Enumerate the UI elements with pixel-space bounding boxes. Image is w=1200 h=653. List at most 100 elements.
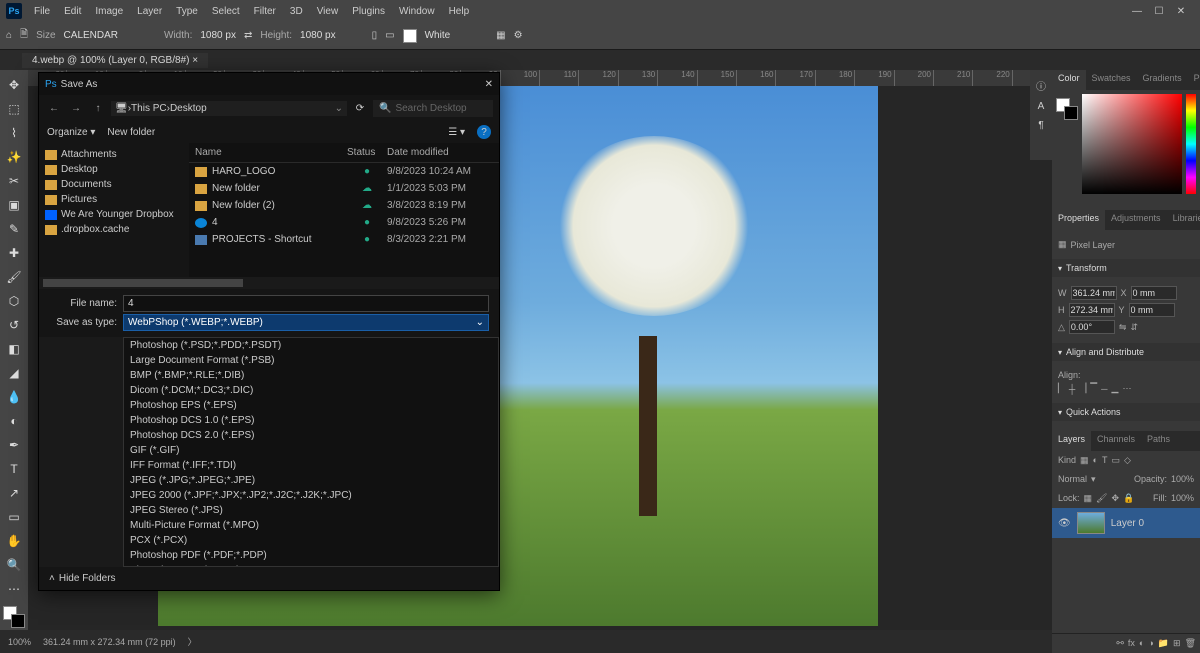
crumb-1[interactable]: Desktop <box>170 103 207 114</box>
tab-swatches[interactable]: Swatches <box>1086 70 1137 90</box>
y-input[interactable] <box>1129 303 1175 317</box>
nav-up-icon[interactable]: ↑ <box>89 103 107 114</box>
width-value[interactable]: 1080 px <box>200 30 236 41</box>
quick-head[interactable]: Quick Actions <box>1052 403 1200 421</box>
refresh-icon[interactable]: ⟳ <box>351 103 369 114</box>
flip-v-icon[interactable]: ⇵ <box>1130 322 1138 333</box>
stamp-tool[interactable]: ⬡ <box>3 290 25 312</box>
format-option[interactable]: Photoshop PDF (*.PDF;*.PDP) <box>124 548 498 563</box>
color-swatch[interactable] <box>3 606 25 628</box>
menu-help[interactable]: Help <box>443 4 476 19</box>
marquee-tool[interactable]: ⬚ <box>3 98 25 120</box>
filter-type-icon[interactable]: T <box>1102 455 1108 466</box>
eyedropper-tool[interactable]: ✎ <box>3 218 25 240</box>
mask-icon[interactable]: ◐ <box>1139 638 1144 649</box>
w-input[interactable] <box>1071 286 1117 300</box>
dialog-close-icon[interactable]: ✕ <box>485 79 493 90</box>
align-head[interactable]: Align and Distribute <box>1052 343 1200 361</box>
crumb-dropdown-icon[interactable]: ⌄ <box>335 103 343 114</box>
search-input[interactable]: 🔍Search Desktop <box>373 100 493 117</box>
edit-toolbar[interactable]: ⋯ <box>3 578 25 600</box>
format-option[interactable]: PCX (*.PCX) <box>124 533 498 548</box>
align-left-icon[interactable]: ▏ <box>1058 383 1065 394</box>
artboard-icon[interactable]: ▦ <box>496 30 505 41</box>
pen-tool[interactable]: ✒ <box>3 434 25 456</box>
type-tool[interactable]: T <box>3 458 25 480</box>
align-right-icon[interactable]: ▕ <box>1079 383 1086 394</box>
menu-file[interactable]: File <box>28 4 56 19</box>
file-row[interactable]: PROJECTS - Shortcut●8/3/2023 2:21 PM <box>189 231 499 248</box>
file-list[interactable]: Name Status Date modified HARO_LOGO●9/8/… <box>189 143 499 277</box>
h-input[interactable] <box>1069 303 1115 317</box>
format-option[interactable]: Photoshop EPS (*.EPS) <box>124 398 498 413</box>
doc-tab[interactable]: 4.webp @ 100% (Layer 0, RGB/8#) × <box>22 53 208 68</box>
file-row[interactable]: HARO_LOGO●9/8/2023 10:24 AM <box>189 163 499 180</box>
link-icon[interactable]: ⇄ <box>244 30 252 41</box>
filter-adj-icon[interactable]: ◐ <box>1093 455 1098 466</box>
menu-window[interactable]: Window <box>393 4 441 19</box>
format-option[interactable]: IFF Format (*.IFF;*.TDI) <box>124 458 498 473</box>
angle-input[interactable] <box>1069 320 1115 334</box>
close-icon[interactable]: ✕ <box>1174 6 1188 17</box>
menu-layer[interactable]: Layer <box>131 4 168 19</box>
layer-row[interactable]: 👁 Layer 0 <box>1052 508 1200 538</box>
fx-icon[interactable]: fx <box>1128 638 1135 649</box>
view-button[interactable]: ☰ ▾ <box>448 127 465 138</box>
lock-paint-icon[interactable]: 🖌 <box>1096 493 1107 504</box>
link-layers-icon[interactable]: ⚯ <box>1116 638 1124 649</box>
format-option[interactable]: Photoshop DCS 1.0 (*.EPS) <box>124 413 498 428</box>
shape-tool[interactable]: ▭ <box>3 506 25 528</box>
frame-tool[interactable]: ▣ <box>3 194 25 216</box>
tab-libraries[interactable]: Libraries <box>1167 210 1200 230</box>
menu-image[interactable]: Image <box>89 4 129 19</box>
orientation-landscape-icon[interactable]: ▭ <box>385 30 394 41</box>
bg-swatch[interactable] <box>403 29 417 43</box>
format-option[interactable]: BMP (*.BMP;*.RLE;*.DIB) <box>124 368 498 383</box>
breadcrumb[interactable]: 🖥 › This PC › Desktop ⌄ <box>111 101 347 116</box>
format-option[interactable]: Dicom (*.DCM;*.DC3;*.DIC) <box>124 383 498 398</box>
color-picker[interactable] <box>1052 90 1200 210</box>
opacity-value[interactable]: 100% <box>1171 474 1194 485</box>
format-option[interactable]: JPEG Stereo (*.JPS) <box>124 503 498 518</box>
format-option[interactable]: Photoshop DCS 2.0 (*.EPS) <box>124 428 498 443</box>
filter-shape-icon[interactable]: ▭ <box>1111 455 1120 466</box>
new-folder-button[interactable]: New folder <box>107 127 155 138</box>
organize-button[interactable]: Organize ▾ <box>47 127 95 138</box>
col-name[interactable]: Name <box>195 147 347 158</box>
align-bot-icon[interactable]: ▁ <box>1112 383 1119 394</box>
tab-patterns[interactable]: Patterns <box>1188 70 1200 90</box>
bg-color-name[interactable]: White <box>425 30 451 41</box>
char-icon[interactable]: A <box>1038 101 1045 112</box>
size-value[interactable]: CALENDAR <box>64 30 118 41</box>
tree-item[interactable]: Attachments <box>39 147 189 162</box>
save-type-combo[interactable]: WebPShop (*.WEBP;*.WEBP)⌄ <box>123 314 489 331</box>
visibility-icon[interactable]: 👁 <box>1058 518 1071 529</box>
adj-icon[interactable]: ◑ <box>1148 638 1153 649</box>
menu-3d[interactable]: 3D <box>284 4 309 19</box>
align-mid-icon[interactable]: ─ <box>1101 384 1107 394</box>
new-layer-icon[interactable]: ⊞ <box>1173 638 1181 649</box>
info-icon[interactable]: ⓘ <box>1036 78 1046 93</box>
file-row[interactable]: New folder☁1/1/2023 5:03 PM <box>189 180 499 197</box>
zoom-level[interactable]: 100% <box>8 637 31 647</box>
path-tool[interactable]: ↗ <box>3 482 25 504</box>
lock-all-icon[interactable]: 🔒 <box>1123 493 1134 504</box>
settings-icon[interactable]: ⚙ <box>514 30 523 41</box>
move-tool[interactable]: ✥ <box>3 74 25 96</box>
menu-select[interactable]: Select <box>206 4 246 19</box>
tree-item[interactable]: Desktop <box>39 162 189 177</box>
tab-channels[interactable]: Channels <box>1091 431 1141 451</box>
nav-fwd-icon[interactable]: → <box>67 103 85 114</box>
tab-adjustments[interactable]: Adjustments <box>1105 210 1167 230</box>
wand-tool[interactable]: ✨ <box>3 146 25 168</box>
lock-pos-icon[interactable]: ✥ <box>1111 493 1119 504</box>
menu-edit[interactable]: Edit <box>58 4 87 19</box>
tree-item[interactable]: We Are Younger Dropbox <box>39 207 189 222</box>
format-option[interactable]: JPEG (*.JPG;*.JPEG;*.JPE) <box>124 473 498 488</box>
menu-view[interactable]: View <box>311 4 345 19</box>
tree-item[interactable]: Pictures <box>39 192 189 207</box>
x-input[interactable] <box>1131 286 1177 300</box>
tree-item[interactable]: .dropbox.cache <box>39 222 189 237</box>
menu-filter[interactable]: Filter <box>248 4 282 19</box>
zoom-tool[interactable]: 🔍 <box>3 554 25 576</box>
